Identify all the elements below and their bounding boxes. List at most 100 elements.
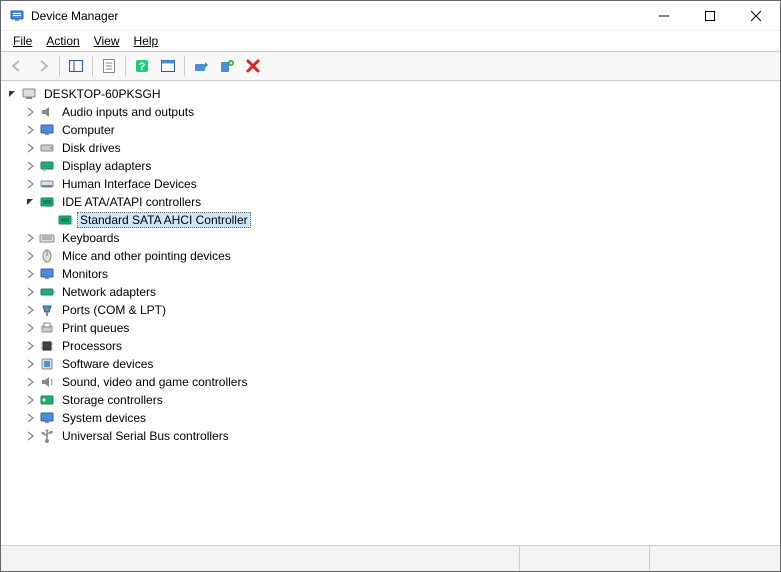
expander-closed-icon[interactable] (23, 105, 37, 119)
window-title: Device Manager (31, 9, 641, 23)
node-network[interactable]: Network adapters (21, 283, 778, 301)
expander-closed-icon[interactable] (23, 177, 37, 191)
processor-icon (39, 338, 55, 354)
toolbar-separator (184, 56, 185, 76)
menu-file[interactable]: File (7, 33, 38, 49)
status-cell (650, 546, 780, 571)
disable-icon (245, 58, 261, 74)
node-storage[interactable]: Storage controllers (21, 391, 778, 409)
menu-help[interactable]: Help (128, 33, 165, 49)
node-ide[interactable]: IDE ATA/ATAPI controllers (21, 193, 778, 211)
system-device-icon (39, 410, 55, 426)
expander-open-icon[interactable] (23, 195, 37, 209)
menubar: File Action View Help (1, 31, 780, 51)
node-usb[interactable]: Universal Serial Bus controllers (21, 427, 778, 445)
toolbar: ? (1, 51, 780, 81)
statusbar (1, 545, 780, 571)
expander-closed-icon[interactable] (23, 411, 37, 425)
expander-closed-icon[interactable] (23, 267, 37, 281)
properties-icon (101, 58, 117, 74)
monitor-icon (39, 266, 55, 282)
expander-closed-icon[interactable] (23, 321, 37, 335)
app-icon (9, 8, 25, 24)
ide-controller-icon (39, 194, 55, 210)
node-hid[interactable]: Human Interface Devices (21, 175, 778, 193)
window-controls (641, 2, 779, 30)
close-button[interactable] (733, 2, 779, 30)
expander-closed-icon[interactable] (23, 231, 37, 245)
software-device-icon (39, 356, 55, 372)
titlebar: Device Manager (1, 1, 780, 31)
uninstall-icon (219, 58, 235, 74)
node-display[interactable]: Display adapters (21, 157, 778, 175)
expander-closed-icon[interactable] (23, 303, 37, 317)
toolbar-separator (92, 56, 93, 76)
node-print[interactable]: Print queues (21, 319, 778, 337)
expander-closed-icon[interactable] (23, 159, 37, 173)
forward-button[interactable] (31, 54, 55, 78)
network-icon (39, 284, 55, 300)
root-label: DESKTOP-60PKSGH (41, 86, 163, 102)
uninstall-button[interactable] (215, 54, 239, 78)
maximize-button[interactable] (687, 2, 733, 30)
minimize-button[interactable] (641, 2, 687, 30)
help-button[interactable]: ? (130, 54, 154, 78)
update-driver-button[interactable] (189, 54, 213, 78)
expander-closed-icon[interactable] (23, 393, 37, 407)
expander-closed-icon[interactable] (23, 123, 37, 137)
device-tree-pane[interactable]: DESKTOP-60PKSGH Audio inputs and outputs… (1, 81, 780, 545)
back-button[interactable] (5, 54, 29, 78)
expander-closed-icon[interactable] (23, 339, 37, 353)
usb-icon (39, 428, 55, 444)
update-driver-icon (193, 58, 209, 74)
expander-closed-icon[interactable] (23, 141, 37, 155)
hid-icon (39, 176, 55, 192)
action-button[interactable] (156, 54, 180, 78)
back-arrow-icon (9, 58, 25, 74)
node-mice[interactable]: Mice and other pointing devices (21, 247, 778, 265)
properties-button[interactable] (97, 54, 121, 78)
mouse-icon (39, 248, 55, 264)
node-system[interactable]: System devices (21, 409, 778, 427)
maximize-icon (705, 11, 715, 21)
expander-closed-icon[interactable] (23, 429, 37, 443)
help-icon: ? (134, 58, 150, 74)
svg-text:?: ? (139, 61, 146, 73)
disable-button[interactable] (241, 54, 265, 78)
status-cell (1, 546, 520, 571)
ports-icon (39, 302, 55, 318)
expander-closed-icon[interactable] (23, 375, 37, 389)
show-hide-tree-button[interactable] (64, 54, 88, 78)
root-node[interactable]: DESKTOP-60PKSGH (3, 85, 778, 103)
disk-icon (39, 140, 55, 156)
minimize-icon (659, 11, 669, 21)
expander-closed-icon[interactable] (23, 249, 37, 263)
menu-action[interactable]: Action (40, 33, 85, 49)
expander-closed-icon[interactable] (23, 285, 37, 299)
keyboard-icon (39, 230, 55, 246)
display-adapter-icon (39, 158, 55, 174)
expander-closed-icon[interactable] (23, 357, 37, 371)
ide-controller-icon (57, 212, 73, 228)
toolbar-separator (125, 56, 126, 76)
node-monitors[interactable]: Monitors (21, 265, 778, 283)
action-window-icon (160, 58, 176, 74)
close-icon (751, 11, 761, 21)
computer-icon (21, 86, 37, 102)
node-computer[interactable]: Computer (21, 121, 778, 139)
expander-open-icon[interactable] (5, 87, 19, 101)
node-disk[interactable]: Disk drives (21, 139, 778, 157)
node-audio[interactable]: Audio inputs and outputs (21, 103, 778, 121)
status-cell (520, 546, 650, 571)
node-sata-ahci[interactable]: Standard SATA AHCI Controller (39, 211, 778, 229)
audio-icon (39, 104, 55, 120)
device-manager-window: Device Manager File Action View Help (0, 0, 781, 572)
sound-icon (39, 374, 55, 390)
node-sound[interactable]: Sound, video and game controllers (21, 373, 778, 391)
forward-arrow-icon (35, 58, 51, 74)
node-ports[interactable]: Ports (COM & LPT) (21, 301, 778, 319)
node-processors[interactable]: Processors (21, 337, 778, 355)
node-software[interactable]: Software devices (21, 355, 778, 373)
node-keyboards[interactable]: Keyboards (21, 229, 778, 247)
menu-view[interactable]: View (88, 33, 126, 49)
